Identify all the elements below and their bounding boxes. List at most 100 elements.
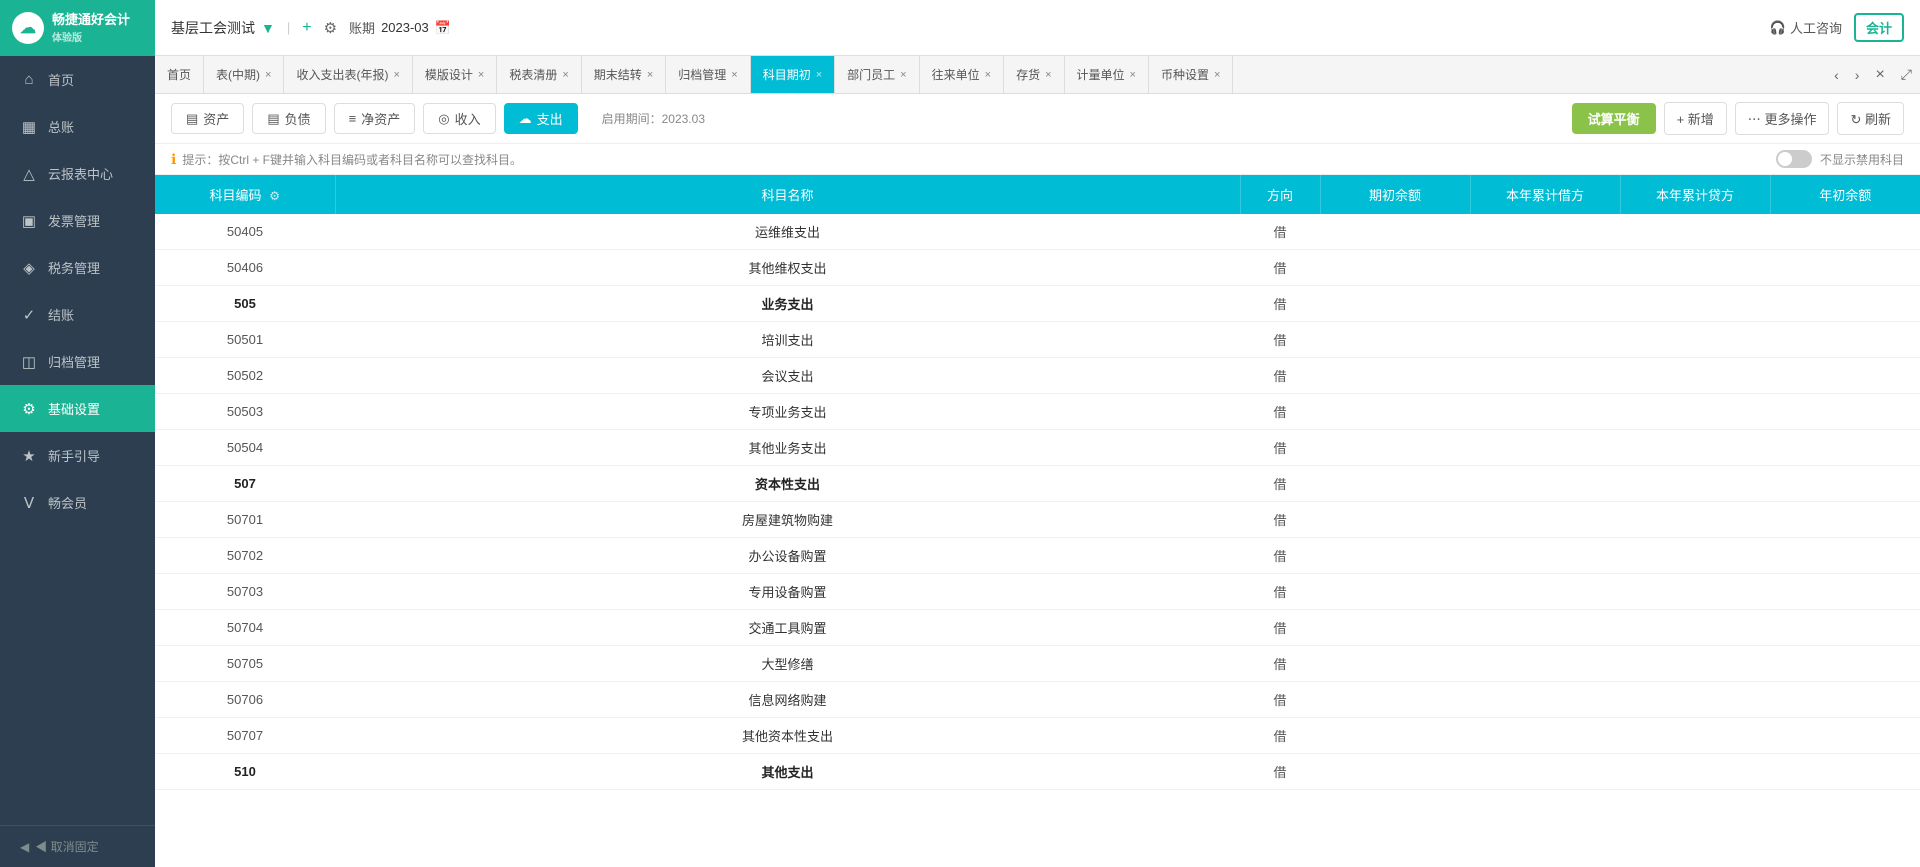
cell-name-6: 其他业务支出	[335, 430, 1240, 466]
tab-next-button[interactable]: ›	[1847, 63, 1868, 87]
sidebar-item-archive[interactable]: ◫ 归档管理	[0, 338, 155, 385]
add-button[interactable]: + 新增	[1664, 102, 1727, 135]
pin-button[interactable]: ◀ ◀ 取消固定	[0, 825, 155, 867]
show-disabled-toggle[interactable]	[1776, 150, 1812, 168]
cell-name-7: 资本性支出	[335, 466, 1240, 502]
tab-partner-close[interactable]: ×	[985, 69, 991, 81]
table-row[interactable]: 50504 其他业务支出 借	[155, 430, 1920, 466]
badge-label: 会计	[1866, 21, 1892, 36]
tab-template[interactable]: 模版设计 ×	[413, 56, 497, 93]
archive-icon: ◫	[20, 353, 38, 371]
table-row[interactable]: 50706 信息网络购建 借	[155, 682, 1920, 718]
tab-prev-button[interactable]: ‹	[1826, 63, 1847, 87]
tab-department[interactable]: 部门员工 ×	[835, 56, 919, 93]
period-label: 账期	[349, 18, 375, 37]
tab-period-end[interactable]: 期末结转 ×	[582, 56, 666, 93]
table-row[interactable]: 50503 专项业务支出 借	[155, 394, 1920, 430]
plus-icon[interactable]: +	[302, 19, 311, 37]
tab-income[interactable]: 收入支出表(年报) ×	[284, 56, 412, 93]
cell-code-12: 50705	[155, 646, 335, 682]
tab-currency-close[interactable]: ×	[1214, 69, 1220, 81]
tab-unit-close[interactable]: ×	[1130, 69, 1136, 81]
cell-debit-1	[1470, 250, 1620, 286]
service-button[interactable]: 🎧 人工咨询	[1770, 18, 1842, 37]
tab-interim[interactable]: 表(中期) ×	[204, 56, 284, 93]
sidebar-item-guide[interactable]: ★ 新手引导	[0, 432, 155, 479]
tab-taxform-close[interactable]: ×	[562, 69, 568, 81]
cell-dir-8: 借	[1240, 502, 1320, 538]
tab-partner[interactable]: 往来单位 ×	[920, 56, 1004, 93]
accountant-badge[interactable]: 会计	[1854, 13, 1904, 42]
sidebar-item-home[interactable]: ⌂ 首页	[0, 56, 155, 103]
table-row[interactable]: 50406 其他维权支出 借	[155, 250, 1920, 286]
tab-archive2[interactable]: 归档管理 ×	[666, 56, 750, 93]
cell-balance-14	[1320, 718, 1470, 754]
tab-home[interactable]: 首页	[155, 56, 204, 93]
cell-credit-6	[1620, 430, 1770, 466]
liability-icon: ▤	[267, 111, 279, 127]
cell-name-13: 信息网络购建	[335, 682, 1240, 718]
tab-interim-close[interactable]: ×	[265, 69, 271, 81]
tab-period-end-close[interactable]: ×	[647, 69, 653, 81]
tab-template-label: 模版设计	[425, 66, 473, 83]
tab-inventory-close[interactable]: ×	[1045, 69, 1051, 81]
sidebar-item-invoice[interactable]: ▣ 发票管理	[0, 197, 155, 244]
sub-tab-liability[interactable]: ▤ 负债	[252, 103, 325, 134]
sub-tab-expense[interactable]: ☁ 支出	[504, 103, 578, 134]
period-selector[interactable]: 账期 2023-03 📅	[349, 18, 451, 37]
table-row[interactable]: 510 其他支出 借	[155, 754, 1920, 790]
sidebar: ☁ 畅捷通好会计 体验版 ⌂ 首页 ▦ 总账 △ 云报表中心 ▣ 发票管理 ◈ …	[0, 0, 155, 867]
sub-tab-income2[interactable]: ◎ 收入	[423, 103, 495, 134]
calc-balance-button[interactable]: 试算平衡	[1572, 103, 1656, 134]
tab-income-close[interactable]: ×	[393, 69, 399, 81]
col-code-label: 科目编码	[210, 188, 262, 203]
sidebar-item-checkout[interactable]: ✓ 结账	[0, 291, 155, 338]
sidebar-item-tax[interactable]: ◈ 税务管理	[0, 244, 155, 291]
tab-archive2-close[interactable]: ×	[731, 69, 737, 81]
refresh-button[interactable]: ↻ 刷新	[1837, 102, 1904, 135]
ledger-icon: ▦	[20, 118, 38, 136]
table-row[interactable]: 50405 运维维支出 借	[155, 214, 1920, 250]
table-row[interactable]: 50707 其他资本性支出 借	[155, 718, 1920, 754]
tab-department-close[interactable]: ×	[900, 69, 906, 81]
tab-taxform[interactable]: 税表清册 ×	[497, 56, 581, 93]
sidebar-item-reports[interactable]: △ 云报表中心	[0, 150, 155, 197]
sub-tab-equity[interactable]: ≡ 净资产	[334, 103, 416, 134]
close-all-tabs-button[interactable]: ×	[1867, 62, 1892, 88]
cell-year-balance-10	[1770, 574, 1920, 610]
table-row[interactable]: 50704 交通工具购置 借	[155, 610, 1920, 646]
cell-debit-0	[1470, 214, 1620, 250]
tab-subject-label: 科目期初	[763, 66, 811, 83]
table-row[interactable]: 505 业务支出 借	[155, 286, 1920, 322]
tab-inventory[interactable]: 存货 ×	[1004, 56, 1064, 93]
more-button[interactable]: ⋯ 更多操作	[1735, 102, 1830, 135]
cell-credit-3	[1620, 322, 1770, 358]
expand-tab-button[interactable]: ⤢	[1893, 62, 1920, 87]
table-row[interactable]: 50701 房屋建筑物购建 借	[155, 502, 1920, 538]
cell-dir-13: 借	[1240, 682, 1320, 718]
table-row[interactable]: 50705 大型修缮 借	[155, 646, 1920, 682]
table-row[interactable]: 507 资本性支出 借	[155, 466, 1920, 502]
table-row[interactable]: 50702 办公设备购置 借	[155, 538, 1920, 574]
period-info: 启用期间：2023.03	[602, 110, 705, 127]
tab-subject-period[interactable]: 科目期初 ×	[751, 56, 835, 93]
sidebar-item-settings[interactable]: ⚙ 基础设置	[0, 385, 155, 432]
table-row[interactable]: 50502 会议支出 借	[155, 358, 1920, 394]
col-settings-icon[interactable]: ⚙	[269, 189, 280, 203]
tab-currency[interactable]: 币种设置 ×	[1149, 56, 1233, 93]
company-selector[interactable]: 基层工会测试 ▼	[171, 18, 275, 38]
col-header-debit: 本年累计借方	[1470, 175, 1620, 214]
table-row[interactable]: 50703 专用设备购置 借	[155, 574, 1920, 610]
sub-tab-asset[interactable]: ▤ 资产	[171, 103, 244, 134]
cell-code-7: 507	[155, 466, 335, 502]
sidebar-item-ledger[interactable]: ▦ 总账	[0, 103, 155, 150]
sidebar-item-member[interactable]: Ⅴ 畅会员	[0, 479, 155, 526]
tab-income-label: 收入支出表(年报)	[296, 66, 388, 83]
table-row[interactable]: 50501 培训支出 借	[155, 322, 1920, 358]
cell-name-14: 其他资本性支出	[335, 718, 1240, 754]
tab-unit[interactable]: 计量单位 ×	[1065, 56, 1149, 93]
tab-template-close[interactable]: ×	[478, 69, 484, 81]
col-header-year-balance: 年初余额	[1770, 175, 1920, 214]
settings2-icon[interactable]: ⚙	[324, 19, 337, 37]
tab-subject-close[interactable]: ×	[816, 69, 822, 81]
